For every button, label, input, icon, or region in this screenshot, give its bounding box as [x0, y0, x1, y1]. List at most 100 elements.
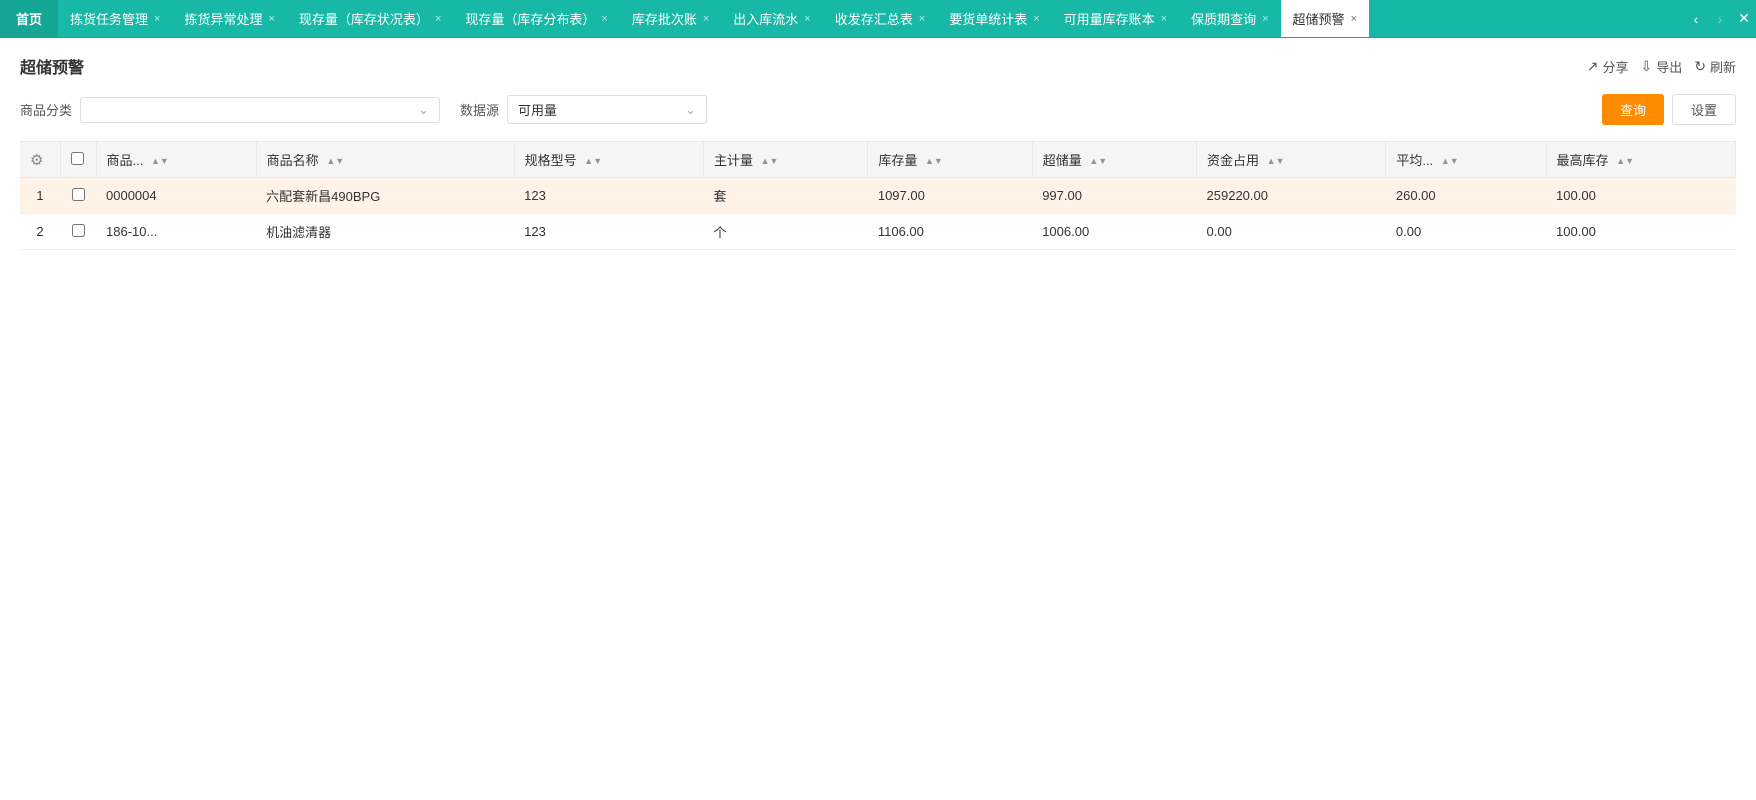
product-code-cell: 186-10...: [96, 214, 256, 250]
refresh-label: 刷新: [1710, 57, 1736, 76]
nav-home[interactable]: 首页: [0, 0, 58, 38]
nav-tab-inventory-dist[interactable]: 现存量（库存分布表） ×: [453, 0, 619, 38]
category-label: 商品分类: [20, 100, 72, 119]
nav-tab-label: 库存批次账: [632, 9, 697, 28]
nav-tab-close[interactable]: ×: [919, 13, 925, 25]
stock-label: 库存量: [878, 153, 917, 168]
avg-header[interactable]: 平均... ▲▼: [1386, 142, 1546, 178]
nav-tab-close[interactable]: ×: [1262, 13, 1268, 25]
avg-label: 平均...: [1396, 153, 1433, 168]
datasource-select[interactable]: 可用量 ⌄: [507, 95, 707, 124]
nav-tab-close[interactable]: ×: [804, 13, 810, 25]
product-name-cell: 六配套新昌490BPG: [256, 178, 514, 214]
nav-tab-close[interactable]: ×: [268, 13, 274, 25]
nav-tab-pick-task[interactable]: 拣货任务管理 ×: [58, 0, 172, 38]
table-row: 2 186-10... 机油滤清器 123 个 1106.00 1006.00 …: [20, 214, 1736, 250]
overstock-header[interactable]: 超储量 ▲▼: [1032, 142, 1196, 178]
gear-icon[interactable]: ⚙: [30, 152, 43, 169]
spec-label: 规格型号: [525, 153, 577, 168]
filter-row: 商品分类 ⌄ 数据源 可用量 ⌄ 查询 设置: [20, 94, 1736, 125]
export-label: 导出: [1656, 57, 1682, 76]
refresh-icon: ↻: [1694, 58, 1706, 75]
nav-tab-label: 出入库流水: [733, 9, 798, 28]
spec-sort-icon: ▲▼: [584, 157, 602, 166]
product-code-sort-icon: ▲▼: [151, 157, 169, 166]
refresh-button[interactable]: ↻ 刷新: [1694, 57, 1736, 76]
nav-tab-label: 现存量（库存分布表）: [465, 9, 595, 28]
product-code-header[interactable]: 商品... ▲▼: [96, 142, 256, 178]
nav-tab-label: 拣货任务管理: [70, 9, 148, 28]
stock-cell: 1106.00: [868, 214, 1032, 250]
nav-tab-label: 拣货异常处理: [184, 9, 262, 28]
stock-sort-icon: ▲▼: [925, 157, 943, 166]
datasource-arrow-icon: ⌄: [685, 102, 696, 118]
max-stock-header[interactable]: 最高库存 ▲▼: [1546, 142, 1735, 178]
nav-tab-label: 超储预警: [1293, 9, 1345, 28]
nav-tab-close[interactable]: ×: [601, 13, 607, 25]
nav-tab-close[interactable]: ×: [154, 13, 160, 25]
nav-tab-order-stat[interactable]: 要货单统计表×: [937, 0, 1051, 38]
row-checkbox[interactable]: [72, 188, 85, 201]
select-all-checkbox[interactable]: [71, 152, 84, 165]
avg-cell: 0.00: [1386, 214, 1546, 250]
unit-cell: 个: [704, 214, 868, 250]
nav-tab-close[interactable]: ×: [1351, 13, 1357, 25]
query-button[interactable]: 查询: [1602, 94, 1664, 125]
category-filter: 商品分类 ⌄: [20, 97, 440, 123]
nav-tab-pick-exception[interactable]: 拣货异常处理 ×: [172, 0, 286, 38]
unit-sort-icon: ▲▼: [761, 157, 779, 166]
nav-tab-close[interactable]: ×: [703, 13, 709, 25]
share-button[interactable]: ↗ 分享: [1587, 57, 1629, 76]
row-number: 1: [20, 178, 60, 214]
nav-tab-label: 现存量（库存状况表）: [299, 9, 429, 28]
row-checkbox[interactable]: [72, 224, 85, 237]
capital-cell: 0.00: [1197, 214, 1386, 250]
row-number: 2: [20, 214, 60, 250]
nav-tab-close[interactable]: ×: [1161, 13, 1167, 25]
nav-close-button[interactable]: ✕: [1732, 0, 1756, 38]
nav-tab-close[interactable]: ×: [1033, 13, 1039, 25]
product-code-cell: 0000004: [96, 178, 256, 214]
product-name-sort-icon: ▲▼: [326, 157, 344, 166]
spec-header[interactable]: 规格型号 ▲▼: [514, 142, 703, 178]
page-content: 超储预警 ↗ 分享 ⇩ 导出 ↻ 刷新 商品分类 ⌄ 数据源: [0, 38, 1756, 800]
spec-cell: 123: [514, 178, 703, 214]
nav-tab-available-book[interactable]: 可用量库存账本×: [1052, 0, 1179, 38]
category-select[interactable]: ⌄: [80, 97, 440, 123]
unit-label: 主计量: [714, 153, 753, 168]
nav-tab-inventory-status[interactable]: 现存量（库存状况表） ×: [287, 0, 453, 38]
filter-actions: 查询 设置: [1602, 94, 1736, 125]
stock-header[interactable]: 库存量 ▲▼: [868, 142, 1032, 178]
nav-prev-button[interactable]: ‹: [1684, 0, 1708, 38]
table-header-row: ⚙ 商品... ▲▼ 商品名称 ▲▼ 规格型号 ▲▼ 主计: [20, 142, 1736, 178]
datasource-label: 数据源: [460, 100, 499, 119]
nav-home-label: 首页: [16, 9, 42, 28]
stock-cell: 1097.00: [868, 178, 1032, 214]
header-actions: ↗ 分享 ⇩ 导出 ↻ 刷新: [1587, 57, 1736, 76]
capital-cell: 259220.00: [1197, 178, 1386, 214]
capital-header[interactable]: 资金占用 ▲▼: [1197, 142, 1386, 178]
nav-tab-collect-summary[interactable]: 收发存汇总表×: [823, 0, 937, 38]
nav-tab-close[interactable]: ×: [435, 13, 441, 25]
product-code-label: 商品...: [107, 153, 144, 168]
overstock-sort-icon: ▲▼: [1089, 157, 1107, 166]
nav-tab-label: 保质期查询: [1191, 9, 1256, 28]
row-checkbox-cell: [60, 178, 96, 214]
nav-tab-overstock-warning[interactable]: 超储预警 ×: [1281, 0, 1369, 38]
nav-tab-expiry-query[interactable]: 保质期查询 ×: [1179, 0, 1280, 38]
nav-next-button[interactable]: ›: [1708, 0, 1732, 38]
export-icon: ⇩: [1641, 58, 1653, 75]
page-title: 超储预警: [20, 54, 84, 78]
nav-tab-inout-flow[interactable]: 出入库流水 ×: [721, 0, 822, 38]
export-button[interactable]: ⇩ 导出: [1641, 57, 1683, 76]
product-name-header[interactable]: 商品名称 ▲▼: [256, 142, 514, 178]
page-header: 超储预警 ↗ 分享 ⇩ 导出 ↻ 刷新: [20, 54, 1736, 78]
unit-cell: 套: [704, 178, 868, 214]
max-stock-cell: 100.00: [1546, 178, 1735, 214]
nav-tab-batch-account[interactable]: 库存批次账 ×: [620, 0, 721, 38]
settings-button[interactable]: 设置: [1672, 94, 1736, 125]
settings-column-header[interactable]: ⚙: [20, 142, 60, 178]
row-checkbox-cell: [60, 214, 96, 250]
unit-header[interactable]: 主计量 ▲▼: [704, 142, 868, 178]
spec-cell: 123: [514, 214, 703, 250]
